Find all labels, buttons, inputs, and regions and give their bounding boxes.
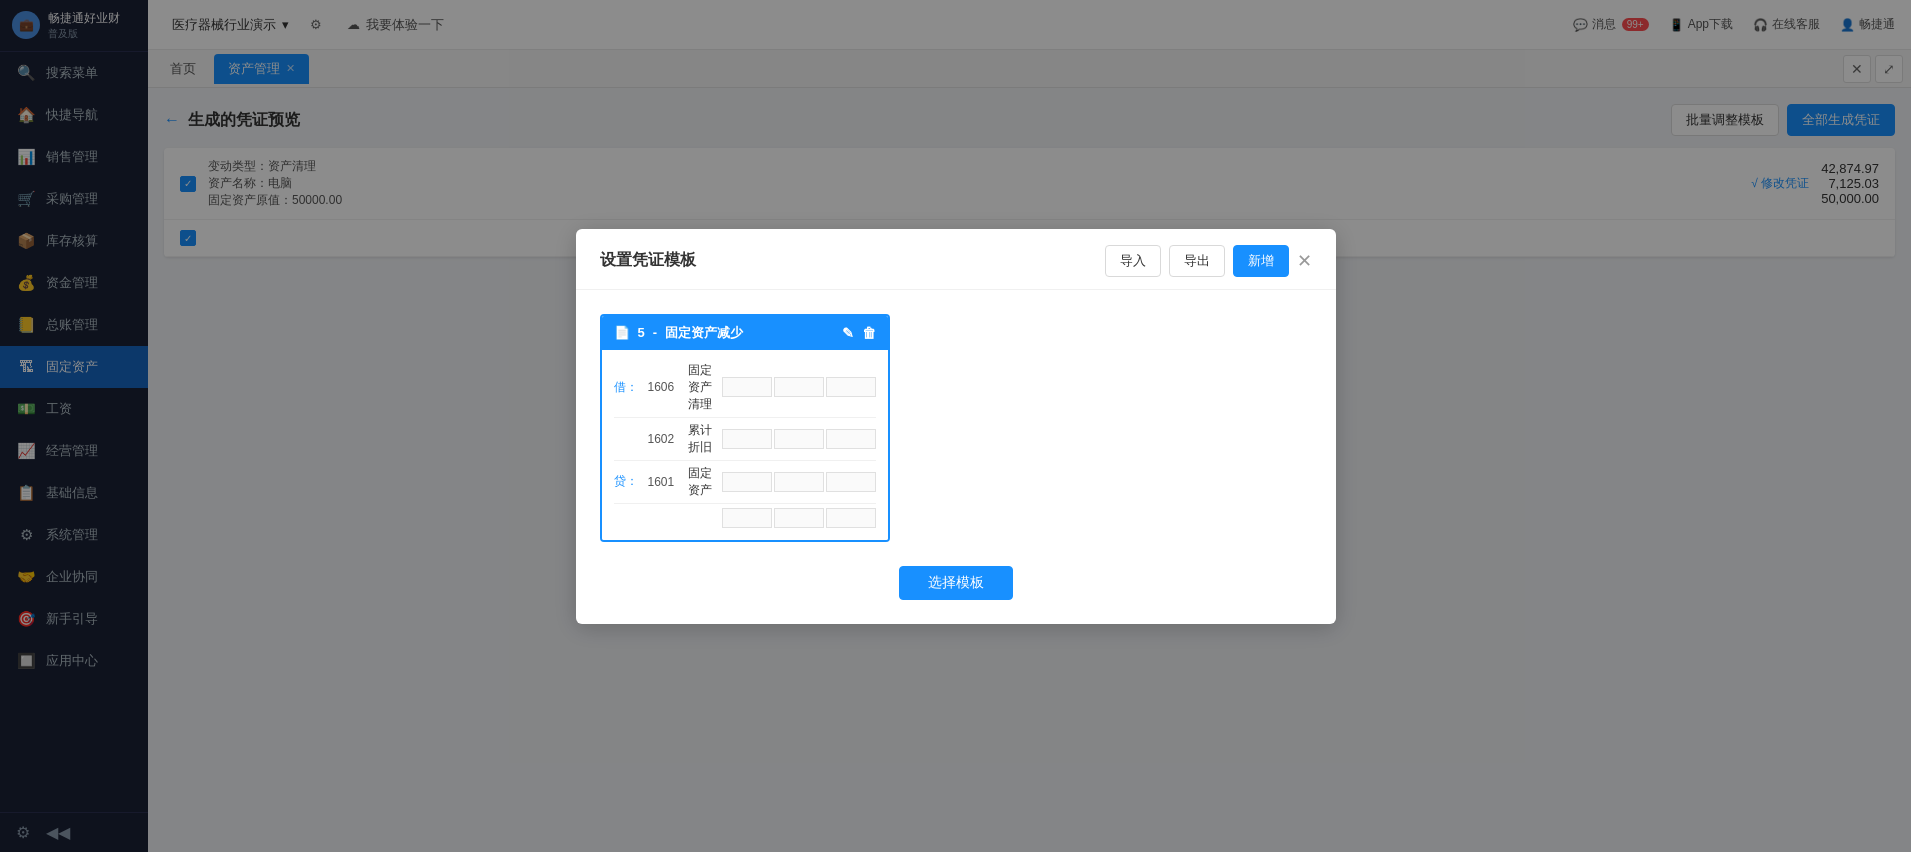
- entry-cols: [722, 429, 876, 449]
- entry-col-1: [722, 508, 772, 528]
- entry-col-3: [826, 429, 876, 449]
- entry-col-2: [774, 472, 824, 492]
- import-btn[interactable]: 导入: [1105, 245, 1161, 277]
- entry-col-3: [826, 472, 876, 492]
- entry-account: 固定资产清理: [688, 362, 718, 413]
- entry-col-2: [774, 377, 824, 397]
- template-entry-0: 借： 1606 固定资产清理: [614, 358, 876, 418]
- entry-col-2: [774, 508, 824, 528]
- template-doc-icon: 📄: [614, 325, 630, 340]
- template-name: 固定资产减少: [665, 324, 743, 342]
- modal-backdrop: 设置凭证模板 导入 导出 新增 ✕ 📄 5 - 固定资产减少 ✎ 🗑: [0, 0, 1911, 852]
- modal-body: 📄 5 - 固定资产减少 ✎ 🗑 借： 1606 固定资产清理: [576, 290, 1336, 624]
- entry-account: 固定资产: [688, 465, 718, 499]
- entry-cols: [722, 508, 876, 528]
- template-card: 📄 5 - 固定资产减少 ✎ 🗑 借： 1606 固定资产清理: [600, 314, 890, 542]
- entry-col-1: [722, 472, 772, 492]
- entry-col-3: [826, 377, 876, 397]
- entry-code: 1606: [648, 380, 684, 394]
- entry-cols: [722, 377, 876, 397]
- entry-direction: 借：: [614, 379, 644, 396]
- entry-col-1: [722, 429, 772, 449]
- entry-col-2: [774, 429, 824, 449]
- template-entry-2: 贷： 1601 固定资产: [614, 461, 876, 504]
- entry-code: 1601: [648, 475, 684, 489]
- entry-direction: 贷：: [614, 473, 644, 490]
- template-card-header: 📄 5 - 固定资产减少 ✎ 🗑: [602, 316, 888, 350]
- entry-account: 累计折旧: [688, 422, 718, 456]
- modal-dialog: 设置凭证模板 导入 导出 新增 ✕ 📄 5 - 固定资产减少 ✎ 🗑: [576, 229, 1336, 624]
- template-header-actions: ✎ 🗑: [842, 325, 876, 341]
- entry-col-1: [722, 377, 772, 397]
- template-entry-empty: [614, 504, 876, 532]
- export-btn[interactable]: 导出: [1169, 245, 1225, 277]
- template-card-body: 借： 1606 固定资产清理 1602 累计折旧 贷： 1601 固定资产: [602, 350, 888, 540]
- modal-header: 设置凭证模板 导入 导出 新增 ✕: [576, 229, 1336, 290]
- entry-col-3: [826, 508, 876, 528]
- modal-title: 设置凭证模板: [600, 250, 696, 271]
- template-separator: -: [653, 325, 657, 340]
- new-btn[interactable]: 新增: [1233, 245, 1289, 277]
- select-template-btn[interactable]: 选择模板: [899, 566, 1013, 600]
- entry-code: 1602: [648, 432, 684, 446]
- template-number: 5: [638, 325, 645, 340]
- template-delete-icon[interactable]: 🗑: [862, 325, 876, 341]
- entry-cols: [722, 472, 876, 492]
- template-entry-1: 1602 累计折旧: [614, 418, 876, 461]
- modal-close-btn[interactable]: ✕: [1297, 252, 1312, 270]
- template-edit-icon[interactable]: ✎: [842, 325, 854, 341]
- select-template-area: 选择模板: [600, 566, 1312, 600]
